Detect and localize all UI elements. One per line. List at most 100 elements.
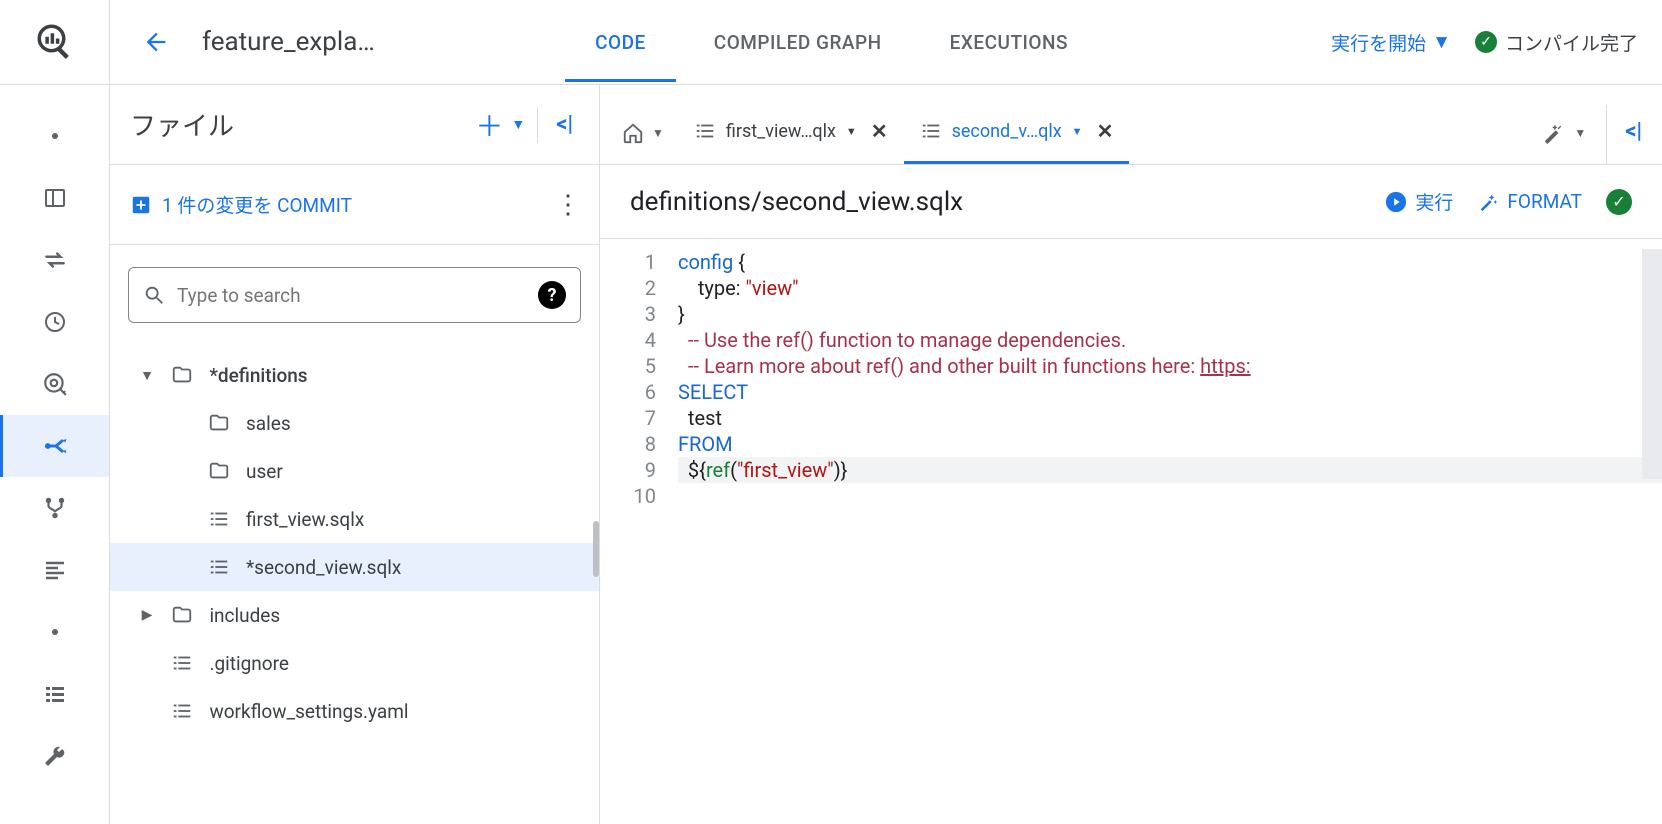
tree-label: first_view.sqlx [246, 508, 364, 531]
minimap[interactable] [1642, 249, 1662, 479]
merge-icon [42, 495, 68, 521]
caret-down-icon: ▼ [1574, 126, 1586, 140]
tree-label: includes [209, 604, 280, 627]
wrench-icon [43, 744, 67, 768]
tree-label: *definitions [209, 364, 307, 387]
home-button[interactable]: ▼ [612, 110, 674, 164]
editor-tab-label: second_v…qlx [952, 121, 1062, 142]
files-title: ファイル [130, 106, 463, 143]
rail-item-merge[interactable] [0, 477, 109, 539]
plus-box-icon [130, 194, 152, 216]
format-label: FORMAT [1507, 190, 1582, 213]
code-lines[interactable]: config { type: "view"} -- Use the ref() … [672, 239, 1662, 824]
collapse-editor-button[interactable]: <| [1606, 105, 1642, 164]
top-bar: feature_expla… CODECOMPILED GRAPHEXECUTI… [110, 0, 1662, 85]
header-tab-code[interactable]: CODE [565, 3, 676, 82]
rail-item-dot[interactable] [0, 105, 109, 167]
search-icon [143, 284, 165, 306]
swap-icon [42, 247, 68, 273]
file-icon [167, 700, 197, 722]
editor-panel: ▼ first_view…qlx ▼✕second_v…qlx ▼✕ ▼ <| … [600, 85, 1662, 824]
tree-label: .gitignore [209, 652, 288, 675]
rail-item-swap[interactable] [0, 229, 109, 291]
tree-folder-includes[interactable]: ▶ includes [110, 591, 599, 639]
close-tab-button[interactable]: ✕ [867, 119, 888, 143]
branch-icon [42, 432, 70, 460]
close-tab-button[interactable]: ✕ [1093, 119, 1114, 143]
compile-status: ✓ コンパイル完了 [1475, 29, 1638, 56]
dot-icon [52, 133, 58, 139]
caret-down-icon: ▼ [846, 125, 857, 138]
rail-item-wrench[interactable] [0, 725, 109, 787]
home-icon [622, 122, 644, 144]
tree-file--second_view-sqlx[interactable]: *second_view.sqlx [110, 543, 599, 591]
file-icon [204, 556, 234, 578]
compile-status-label: コンパイル完了 [1505, 29, 1638, 56]
commit-label: 1 件の変更を COMMIT [162, 191, 352, 218]
line-gutter: 12345678910 [600, 239, 672, 824]
caret-down-icon: ▼ [1432, 30, 1451, 54]
collapse-files-button[interactable]: <| [550, 108, 579, 141]
status-ok-icon: ✓ [1606, 189, 1632, 215]
rail-item-panel[interactable] [0, 167, 109, 229]
rail-item-branch[interactable] [0, 415, 109, 477]
app-logo[interactable] [0, 0, 109, 85]
caret-down-icon: ▼ [652, 126, 664, 140]
tree-file-workflow_settings-yaml[interactable]: workflow_settings.yaml [110, 687, 599, 735]
editor-tab[interactable]: first_view…qlx ▼ ✕ [678, 103, 904, 164]
tree-label: user [246, 460, 283, 483]
tree-label: *second_view.sqlx [246, 556, 401, 579]
check-circle-icon: ✓ [1475, 31, 1497, 53]
file-path: definitions/second_view.sqlx [630, 187, 1361, 217]
panel-icon [43, 186, 67, 210]
search-box[interactable]: ? [128, 267, 581, 323]
expand-arrow-icon: ▶ [136, 607, 158, 623]
format-button[interactable]: FORMAT [1477, 190, 1582, 213]
tree-scrollbar-thumb[interactable] [593, 521, 599, 577]
header-tabs: CODECOMPILED GRAPHEXECUTIONS [356, 3, 1307, 82]
tree-label: sales [246, 412, 291, 435]
editor-tab[interactable]: second_v…qlx ▼ ✕ [904, 103, 1130, 164]
header-tab-executions[interactable]: EXECUTIONS [920, 3, 1098, 82]
start-execution-button[interactable]: 実行を開始 ▼ [1331, 29, 1451, 56]
back-button[interactable] [134, 20, 178, 64]
commit-button[interactable]: 1 件の変更を COMMIT [130, 191, 352, 218]
wand-icon [1477, 191, 1499, 213]
tree-file-first_view-sqlx[interactable]: first_view.sqlx [110, 495, 599, 543]
caret-down-icon: ▼ [1072, 125, 1083, 138]
list-icon [43, 682, 67, 706]
code-editor[interactable]: 12345678910 config { type: "view"} -- Us… [600, 239, 1662, 824]
start-execution-label: 実行を開始 [1331, 29, 1426, 56]
dot-icon [52, 629, 58, 635]
tree-folder--definitions[interactable]: ▼ *definitions [110, 351, 599, 399]
files-menu-button[interactable]: ⋮ [555, 190, 579, 220]
folder-icon [167, 604, 197, 626]
tree-folder-sales[interactable]: sales [110, 399, 599, 447]
search-input[interactable] [177, 284, 526, 307]
magic-pen-icon [1542, 122, 1564, 144]
left-rail [0, 0, 110, 824]
file-icon [694, 120, 716, 142]
file-icon [920, 120, 942, 142]
tree-label: workflow_settings.yaml [209, 700, 408, 723]
rail-item-list[interactable] [0, 663, 109, 725]
rail-item-format[interactable] [0, 539, 109, 601]
magic-tools-button[interactable]: ▼ [1536, 110, 1592, 164]
run-button[interactable]: 実行 [1385, 188, 1453, 215]
file-icon [167, 652, 197, 674]
format-icon [43, 558, 67, 582]
file-icon [204, 508, 234, 530]
rail-item-dot[interactable] [0, 601, 109, 663]
target-icon [42, 371, 68, 397]
new-file-button[interactable]: ＋ ▼ [475, 105, 525, 145]
bigquery-icon [34, 21, 76, 63]
tree-folder-user[interactable]: user [110, 447, 599, 495]
rail-item-target[interactable] [0, 353, 109, 415]
folder-icon [167, 364, 197, 386]
history-icon [43, 310, 67, 334]
editor-tab-label: first_view…qlx [726, 121, 836, 142]
rail-item-history[interactable] [0, 291, 109, 353]
header-tab-compiled-graph[interactable]: COMPILED GRAPH [684, 3, 912, 82]
tree-file--gitignore[interactable]: .gitignore [110, 639, 599, 687]
help-icon[interactable]: ? [538, 281, 566, 309]
